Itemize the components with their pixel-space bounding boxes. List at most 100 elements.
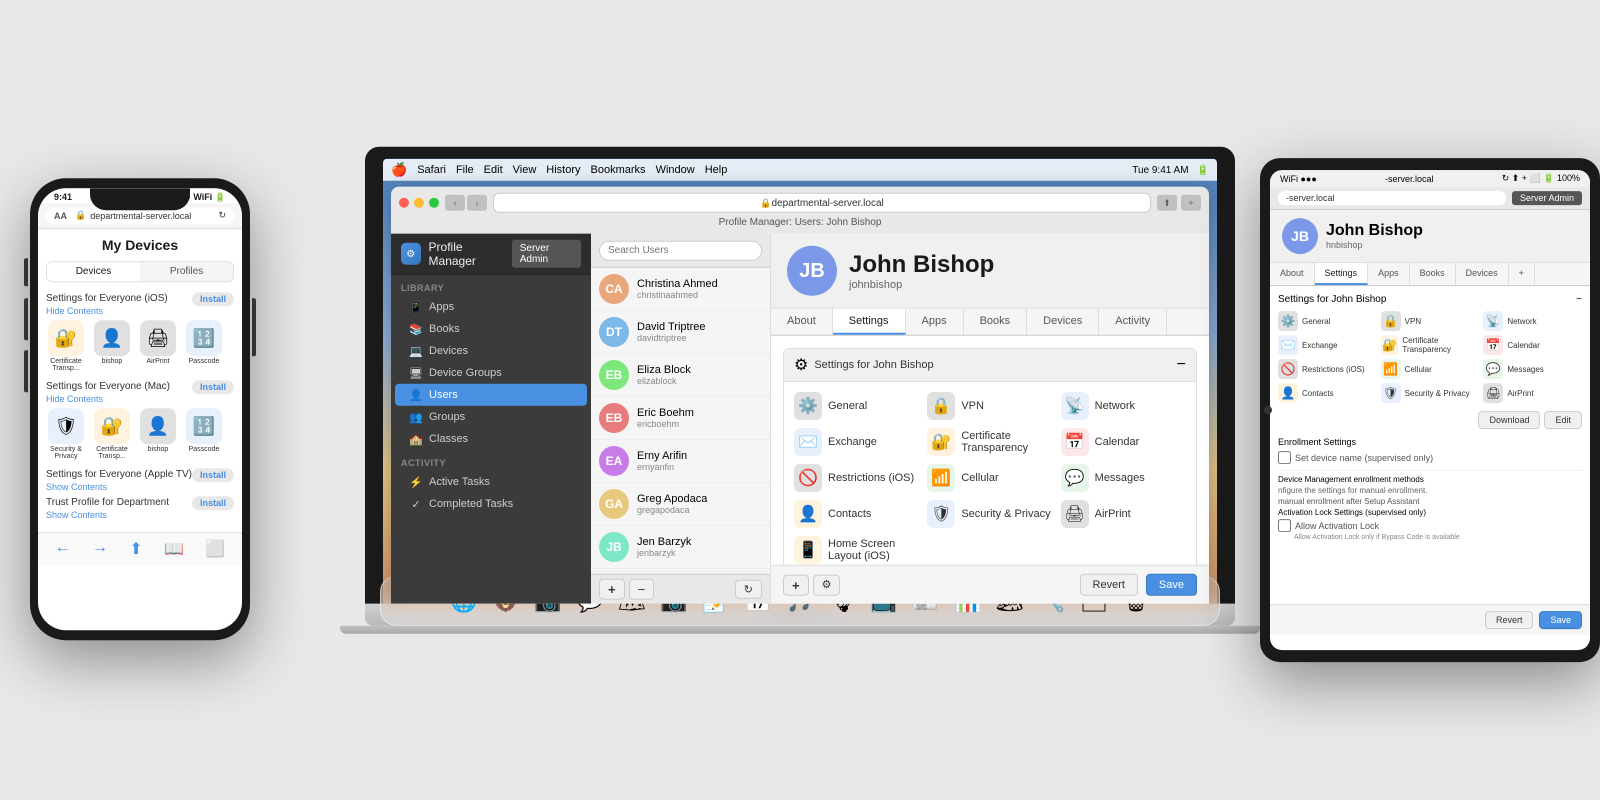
server-admin-button[interactable]: Server Admin (512, 240, 581, 268)
iphone-tab-devices[interactable]: Devices (47, 262, 140, 281)
ipad-allow-activation-lock[interactable]: Allow Activation Lock (1278, 519, 1582, 532)
iphone-trust-show-button[interactable]: Show Contents (46, 510, 234, 520)
revert-button[interactable]: Revert (1080, 574, 1138, 596)
ipad-edit-button[interactable]: Edit (1544, 411, 1582, 429)
ipad-collapse-icon[interactable]: − (1576, 294, 1582, 305)
iphone-trust-install-button[interactable]: Install (192, 496, 234, 510)
sidebar-item-classes[interactable]: 🏫 Classes (391, 428, 591, 450)
help-menu[interactable]: Help (705, 164, 728, 176)
ipad-tab-about[interactable]: About (1270, 263, 1315, 285)
iphone-show-appletv-button[interactable]: Show Contents (46, 482, 234, 492)
iphone-hide-mac-button[interactable]: Hide Contents (46, 394, 234, 404)
setting-general[interactable]: ⚙️ General (794, 392, 919, 420)
user-item-david[interactable]: DT David Triptree davidtriptree (591, 310, 770, 353)
safari-menu[interactable]: Safari (417, 164, 446, 176)
share-button[interactable]: ⬆ (1157, 195, 1177, 211)
sidebar-item-active-tasks[interactable]: ⚡ Active Tasks (391, 471, 591, 493)
sidebar-item-devices[interactable]: 💻 Devices (391, 340, 591, 362)
tab-apps[interactable]: Apps (906, 309, 964, 335)
add-tab-button[interactable]: + (1181, 195, 1201, 211)
ipad-setting-messages[interactable]: 💬 Messages (1483, 359, 1582, 379)
setting-calendar[interactable]: 📅 Calendar (1061, 428, 1186, 456)
window-menu[interactable]: Window (656, 164, 695, 176)
add-user-button[interactable]: + (599, 579, 625, 600)
iphone-forward-button[interactable]: → (92, 539, 108, 559)
minimize-button[interactable] (414, 198, 424, 208)
user-item-eric[interactable]: EB Eric Boehm ericboehm (591, 396, 770, 439)
user-item-erny[interactable]: EA Erny Arifin ernyanfin (591, 439, 770, 482)
iphone-bookmarks-button[interactable]: 📖 (164, 539, 184, 559)
edit-menu[interactable]: Edit (484, 164, 503, 176)
ipad-server-admin-button[interactable]: Server Admin (1512, 191, 1582, 205)
ipad-url-field[interactable]: -server.local (1278, 191, 1506, 205)
ipad-setting-contacts[interactable]: 👤 Contacts (1278, 383, 1377, 403)
bookmarks-menu[interactable]: Bookmarks (591, 164, 646, 176)
iphone-tabs-button[interactable]: ⬜ (205, 539, 225, 559)
sidebar-item-groups[interactable]: 👥 Groups (391, 406, 591, 428)
iphone-tab-profiles[interactable]: Profiles (140, 262, 233, 281)
ipad-setting-cert[interactable]: 🔐 Certificate Transparency (1381, 335, 1480, 355)
history-menu[interactable]: History (546, 164, 580, 176)
setting-vpn[interactable]: 🔒 VPN (927, 392, 1052, 420)
ipad-setting-security[interactable]: 🛡 Security & Privacy (1381, 383, 1480, 403)
iphone-share-button[interactable]: ⬆ (129, 539, 142, 559)
setting-network[interactable]: 📡 Network (1061, 392, 1186, 420)
ipad-tab-apps[interactable]: Apps (1368, 263, 1410, 285)
tab-activity[interactable]: Activity (1099, 309, 1167, 335)
ipad-tab-settings[interactable]: Settings (1315, 263, 1369, 285)
ipad-activation-lock-check[interactable] (1278, 519, 1291, 532)
forward-button[interactable]: › (467, 195, 487, 211)
setting-messages[interactable]: 💬 Messages (1061, 464, 1186, 492)
sidebar-item-books[interactable]: 📚 Books (391, 318, 591, 340)
ipad-setting-calendar[interactable]: 📅 Calendar (1483, 335, 1582, 355)
tab-settings[interactable]: Settings (833, 309, 906, 335)
setting-contacts[interactable]: 👤 Contacts (794, 500, 919, 528)
setting-security[interactable]: 🛡 Security & Privacy (927, 500, 1052, 528)
ipad-tab-devices[interactable]: Devices (1456, 263, 1509, 285)
add-record-button[interactable]: + (783, 574, 809, 595)
sidebar-item-device-groups[interactable]: 🖥 Device Groups (391, 362, 591, 384)
ipad-tab-more[interactable]: + (1509, 263, 1535, 285)
settings-collapse-icon[interactable]: − (1177, 356, 1186, 374)
tab-devices[interactable]: Devices (1027, 309, 1099, 335)
address-bar[interactable]: 🔒 departmental-server.local (493, 193, 1151, 213)
settings-gear-button[interactable]: ⚙ (813, 574, 841, 595)
setting-airprint[interactable]: 🖨 AirPrint (1061, 500, 1186, 528)
ipad-save-button[interactable]: Save (1539, 611, 1582, 629)
setting-homescreen[interactable]: 📱 Home Screen Layout (iOS) (794, 536, 919, 564)
search-input[interactable] (599, 240, 762, 260)
view-menu[interactable]: View (513, 164, 537, 176)
tab-books[interactable]: Books (964, 309, 1028, 335)
ipad-download-button[interactable]: Download (1478, 411, 1540, 429)
sidebar-item-apps[interactable]: 📱 Apps (391, 296, 591, 318)
iphone-hide-ios-button[interactable]: Hide Contents (46, 306, 234, 316)
remove-user-button[interactable]: − (629, 579, 655, 600)
ipad-setting-vpn[interactable]: 🔒 VPN (1381, 311, 1480, 331)
setting-cellular[interactable]: 📶 Cellular (927, 464, 1052, 492)
iphone-back-button[interactable]: ← (55, 539, 71, 559)
maximize-button[interactable] (429, 198, 439, 208)
ipad-setting-general[interactable]: ⚙️ General (1278, 311, 1377, 331)
setting-restrictions[interactable]: 🚫 Restrictions (iOS) (794, 464, 919, 492)
iphone-install-appletv-button[interactable]: Install (192, 468, 234, 482)
ipad-tab-books[interactable]: Books (1410, 263, 1456, 285)
ipad-setting-exchange[interactable]: ✉️ Exchange (1278, 335, 1377, 355)
sidebar-item-users[interactable]: 👤 Users (395, 384, 587, 406)
user-item-christina[interactable]: CA Christina Ahmed christinaahmed (591, 267, 770, 310)
ipad-setting-cellular[interactable]: 📶 Cellular (1381, 359, 1480, 379)
sidebar-item-completed-tasks[interactable]: ✓ Completed Tasks (391, 493, 591, 515)
tab-about[interactable]: About (771, 309, 833, 335)
apple-menu[interactable]: 🍎 (391, 162, 407, 178)
user-item-jen[interactable]: JB Jen Barzyk jenbarzyk (591, 525, 770, 568)
setting-exchange[interactable]: ✉️ Exchange (794, 428, 919, 456)
ipad-device-name-checkbox[interactable]: Set device name (supervised only) (1278, 451, 1582, 464)
back-button[interactable]: ‹ (445, 195, 465, 211)
iphone-refresh-icon[interactable]: ↻ (218, 210, 226, 221)
ipad-revert-button[interactable]: Revert (1485, 611, 1534, 629)
iphone-install-mac-button[interactable]: Install (192, 380, 234, 394)
file-menu[interactable]: File (456, 164, 474, 176)
save-button[interactable]: Save (1146, 574, 1197, 596)
ipad-setting-restrictions[interactable]: 🚫 Restrictions (iOS) (1278, 359, 1377, 379)
iphone-install-ios-button[interactable]: Install (192, 292, 234, 306)
ipad-setting-airprint[interactable]: 🖨 AirPrint (1483, 383, 1582, 403)
